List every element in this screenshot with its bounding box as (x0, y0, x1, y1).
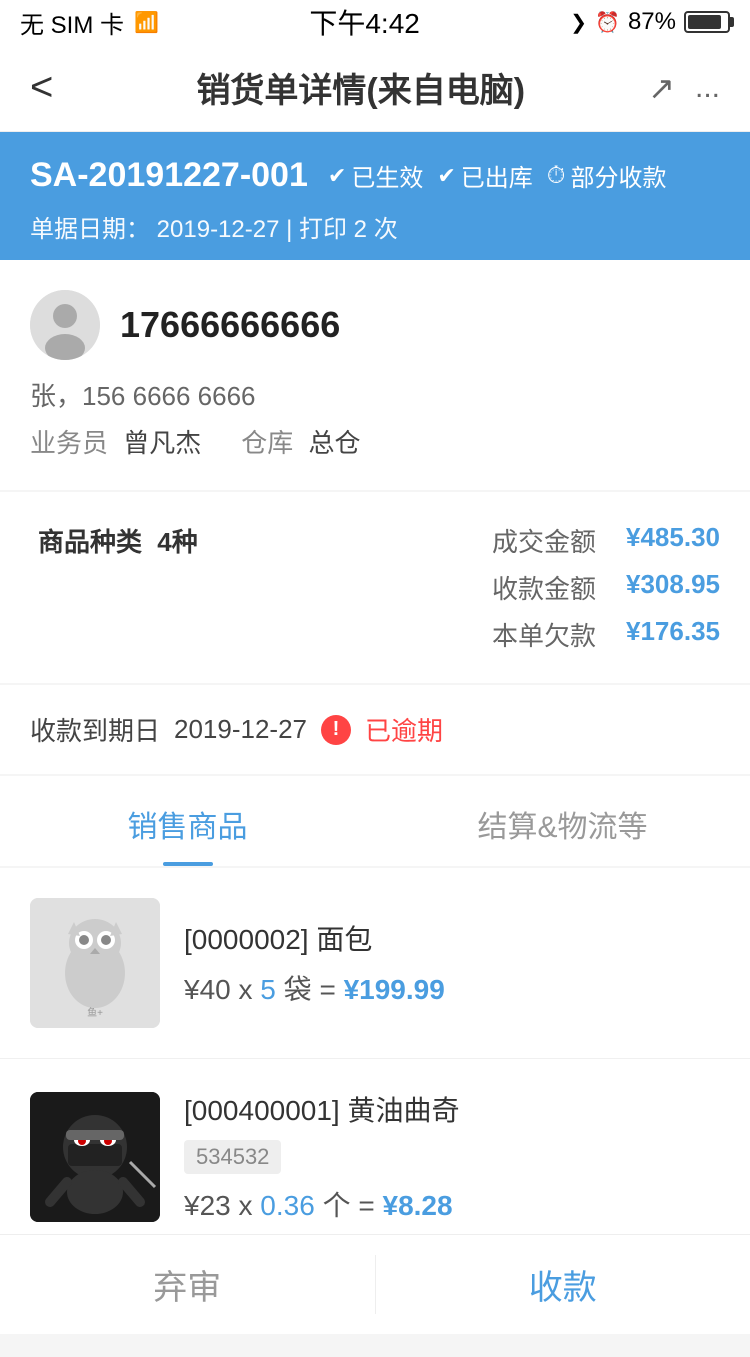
share-icon[interactable]: ↗ (648, 69, 675, 107)
status-partial-label: 部分收款 (571, 158, 667, 193)
products-section: 鱼+ [0000002] 面包 ¥40 x 5 袋 = ¥199.99 (0, 868, 750, 1255)
warehouse: 仓库 总仓 (241, 423, 360, 460)
product-unit-label-1: 袋 (284, 974, 312, 1005)
customer-section: 17666666666 张，156 6666 6666 业务员 曾凡杰 仓库 总… (0, 260, 750, 490)
deal-amount-row: 成交金额 ¥485.30 (492, 522, 720, 559)
status-partial: ⏱ 部分收款 (547, 158, 667, 193)
sales-name: 曾凡杰 (123, 428, 201, 458)
status-left: 无 SIM 卡 📶 (20, 5, 159, 40)
product-multiply-1: x (239, 974, 261, 1005)
product-name-2: [000400001] 黄油曲奇 (184, 1089, 720, 1129)
deal-amount: ¥485.30 (626, 522, 720, 559)
battery-text: 87% (628, 8, 676, 36)
svg-text:鱼+: 鱼+ (87, 1006, 103, 1019)
product-eq-1: = (319, 974, 343, 1005)
wifi-icon: 📶 (134, 10, 159, 35)
product-total-2: ¥8.28 (383, 1190, 453, 1221)
overdue-text: 已逾期 (365, 711, 443, 748)
confirm-button[interactable]: 收款 (376, 1235, 750, 1334)
product-multiply-2: x (239, 1190, 261, 1221)
page-title: 销货单详情(来自电脑) (73, 63, 648, 112)
product-name-label-2: 黄油曲奇 (348, 1095, 460, 1126)
more-icon[interactable]: ... (695, 71, 720, 105)
back-button[interactable]: < (30, 65, 53, 110)
product-unit-price-2: ¥23 (184, 1190, 231, 1221)
owed-amount: ¥176.35 (626, 616, 720, 653)
warehouse-label: 仓库 (241, 428, 293, 458)
order-header: SA-20191227-001 ✔ 已生效 ✔ 已出库 ⏱ 部分收款 单据日期：… (0, 132, 750, 260)
bottom-bar: 弃审 收款 (0, 1234, 750, 1334)
tab-sales-label: 销售商品 (128, 811, 248, 844)
nav-right-actions: ↗ ... (648, 69, 720, 107)
product-code-2: [000400001] (184, 1095, 340, 1126)
sales-label: 业务员 (30, 428, 108, 458)
battery-indicator (684, 11, 730, 33)
clock-icon: ⏱ (547, 162, 566, 190)
date-value: 2019-12-27 (157, 216, 280, 243)
customer-meta: 业务员 曾凡杰 仓库 总仓 (30, 423, 720, 460)
summary-right: 成交金额 ¥485.30 收款金额 ¥308.95 本单欠款 ¥176.35 (492, 522, 720, 653)
product-info-2: [000400001] 黄油曲奇 534532 ¥23 x 0.36 个 = ¥… (184, 1089, 720, 1224)
customer-name-phone: 张，156 6666 6666 (30, 376, 720, 413)
sales-person: 业务员 曾凡杰 (30, 423, 201, 460)
product-name-1: [0000002] 面包 (184, 918, 720, 958)
product-eq-2: = (358, 1190, 382, 1221)
carrier-text: 无 SIM 卡 (20, 5, 124, 40)
due-label: 收款到期日 (30, 711, 160, 748)
customer-avatar (30, 290, 100, 360)
status-shipped-label: 已出库 (461, 158, 533, 193)
category-count: 4种 (157, 527, 197, 557)
status-right: ❯ ⏰ 87% (570, 8, 730, 36)
summary-section: 商品种类 4种 成交金额 ¥485.30 收款金额 ¥308.95 本单欠款 ¥… (0, 492, 750, 683)
order-date: 单据日期： 2019-12-27 | 打印 2 次 (30, 209, 720, 244)
deal-label: 成交金额 (492, 522, 596, 559)
product-code-1: [0000002] (184, 924, 309, 955)
check-icon-1: ✔ (328, 163, 346, 189)
due-date: 2019-12-27 (174, 714, 307, 745)
tab-sales-products[interactable]: 销售商品 (0, 776, 375, 866)
product-item-2: [000400001] 黄油曲奇 534532 ¥23 x 0.36 个 = ¥… (0, 1059, 750, 1255)
product-item: 鱼+ [0000002] 面包 ¥40 x 5 袋 = ¥199.99 (0, 868, 750, 1059)
product-thumb-1: 鱼+ (30, 898, 160, 1028)
collected-amount: ¥308.95 (626, 569, 720, 606)
collected-label: 收款金额 (492, 569, 596, 606)
print-info: | 打印 2 次 (286, 216, 398, 243)
product-unit-price-1: ¥40 (184, 974, 231, 1005)
time-text: 下午4:42 (309, 2, 420, 42)
check-icon-2: ✔ (437, 163, 455, 189)
warehouse-name: 总仓 (309, 428, 361, 458)
product-unit-label-2: 个 (323, 1190, 351, 1221)
tab-settlement-label: 结算&物流等 (477, 811, 647, 844)
product-thumb-2 (30, 1092, 160, 1222)
date-label: 单据日期： (30, 216, 150, 243)
overdue-icon: ! (321, 715, 351, 745)
product-qty-2: 0.36 (260, 1190, 315, 1221)
tabs-section: 销售商品 结算&物流等 (0, 776, 750, 866)
cancel-button[interactable]: 弃审 (0, 1235, 375, 1334)
product-tag-2: 534532 (184, 1140, 281, 1174)
status-shipped: ✔ 已出库 (437, 158, 532, 193)
owed-row: 本单欠款 ¥176.35 (492, 616, 720, 653)
category-label: 商品种类 (38, 527, 142, 557)
due-section: 收款到期日 2019-12-27 ! 已逾期 (0, 685, 750, 774)
location-icon: ❯ (570, 10, 587, 35)
product-qty-1: 5 (260, 974, 276, 1005)
status-effected: ✔ 已生效 (328, 158, 423, 193)
alarm-icon: ⏰ (595, 10, 620, 35)
product-info-1: [0000002] 面包 ¥40 x 5 袋 = ¥199.99 (184, 918, 720, 1008)
product-price-1: ¥40 x 5 袋 = ¥199.99 (184, 968, 720, 1008)
status-tags: ✔ 已生效 ✔ 已出库 ⏱ 部分收款 (328, 158, 667, 193)
tab-settlement[interactable]: 结算&物流等 (375, 776, 750, 866)
status-effected-label: 已生效 (351, 158, 423, 193)
product-total-1: ¥199.99 (344, 974, 445, 1005)
summary-left: 商品种类 4种 (30, 522, 198, 559)
collected-row: 收款金额 ¥308.95 (492, 569, 720, 606)
product-name-label-1: 面包 (316, 924, 372, 955)
customer-phone: 17666666666 (120, 304, 340, 346)
nav-bar: < 销货单详情(来自电脑) ↗ ... (0, 44, 750, 132)
order-number: SA-20191227-001 (30, 156, 308, 195)
owed-label: 本单欠款 (492, 616, 596, 653)
product-price-2: ¥23 x 0.36 个 = ¥8.28 (184, 1184, 720, 1224)
status-bar: 无 SIM 卡 📶 下午4:42 ❯ ⏰ 87% (0, 0, 750, 44)
